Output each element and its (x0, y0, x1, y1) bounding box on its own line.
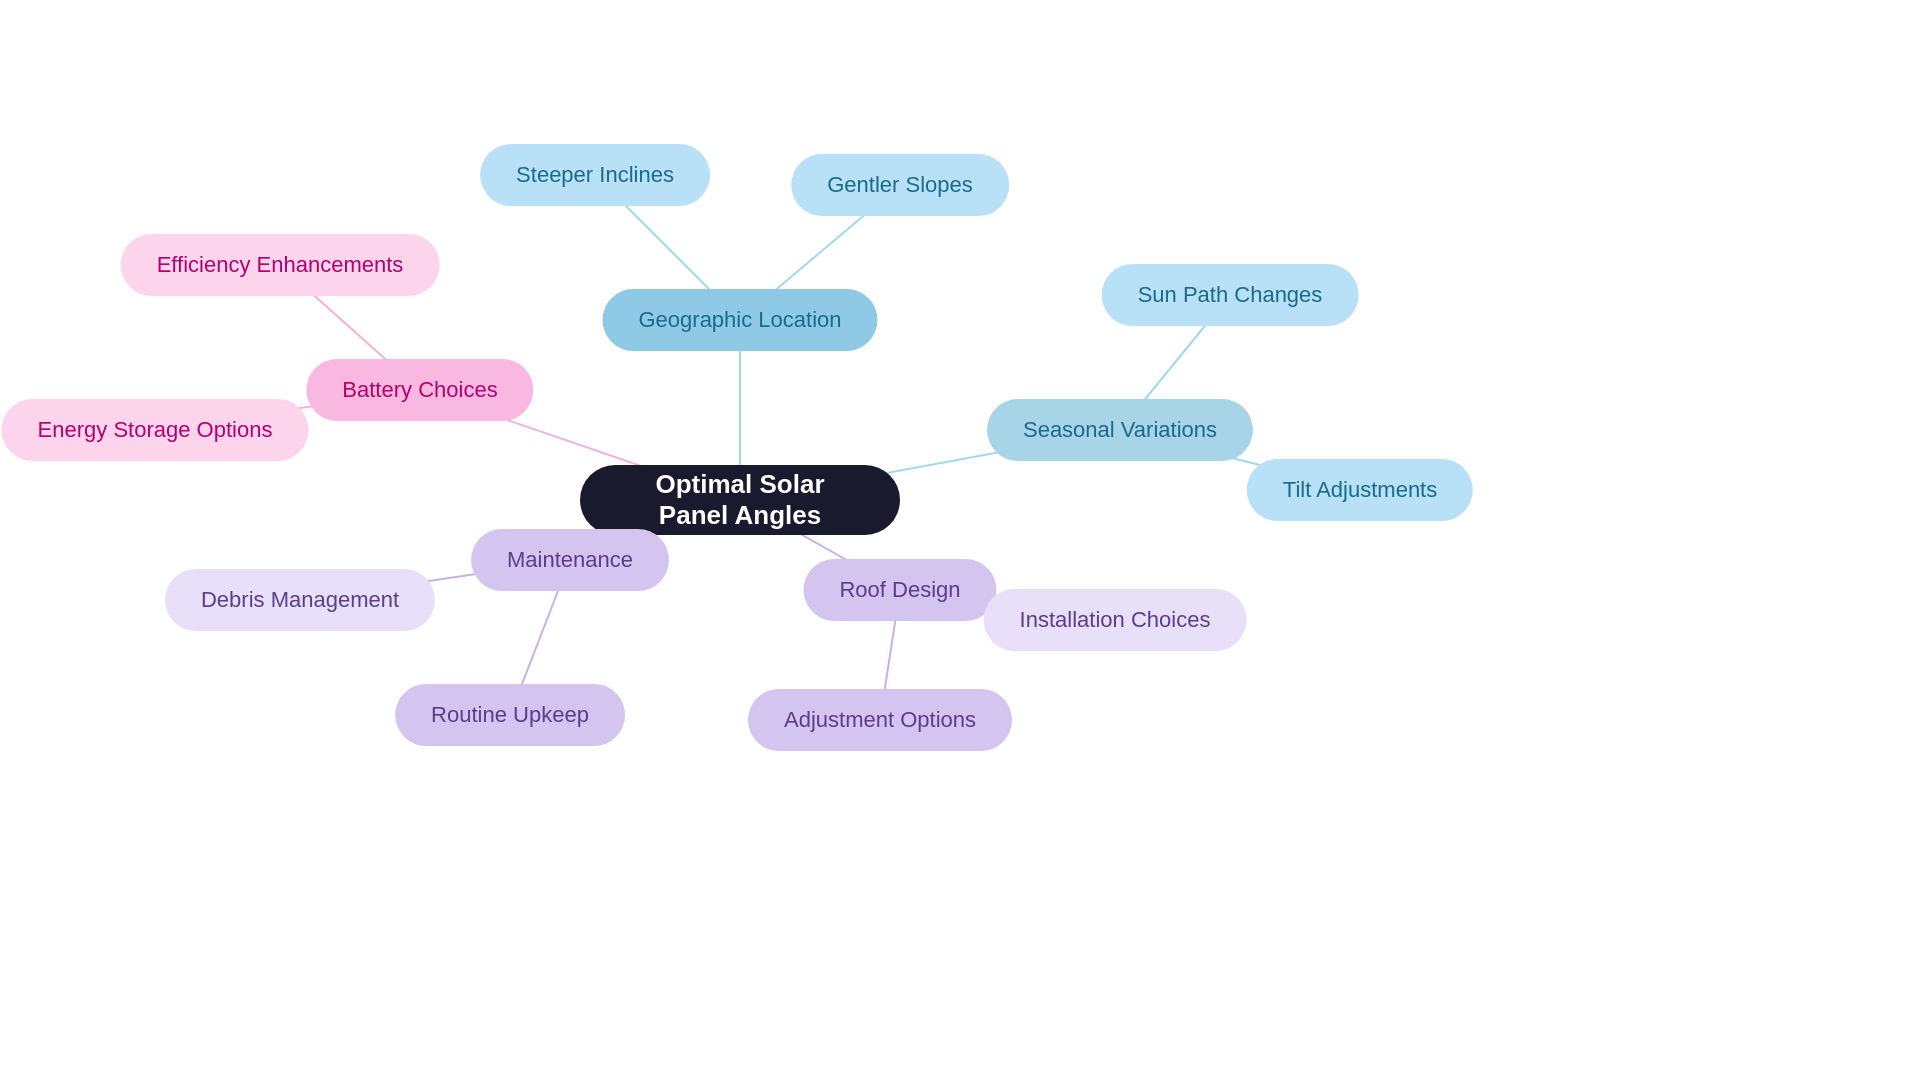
node-installation-choices[interactable]: Installation Choices (984, 589, 1247, 651)
mind-map-container: Optimal Solar Panel Angles Geographic Loc… (0, 0, 1920, 1083)
node-routine-upkeep[interactable]: Routine Upkeep (395, 684, 625, 746)
node-tilt-adjustments[interactable]: Tilt Adjustments (1247, 459, 1473, 521)
node-adjustment-options[interactable]: Adjustment Options (748, 689, 1012, 751)
node-debris-management[interactable]: Debris Management (165, 569, 435, 631)
node-battery-choices[interactable]: Battery Choices (306, 359, 533, 421)
node-energy-storage-options[interactable]: Energy Storage Options (2, 399, 309, 461)
node-gentler-slopes[interactable]: Gentler Slopes (791, 154, 1009, 216)
node-geographic-location[interactable]: Geographic Location (602, 289, 877, 351)
node-roof-design[interactable]: Roof Design (803, 559, 996, 621)
center-node[interactable]: Optimal Solar Panel Angles (580, 465, 900, 535)
node-efficiency-enhancements[interactable]: Efficiency Enhancements (121, 234, 440, 296)
node-seasonal-variations[interactable]: Seasonal Variations (987, 399, 1253, 461)
node-maintenance[interactable]: Maintenance (471, 529, 669, 591)
node-steeper-inclines[interactable]: Steeper Inclines (480, 144, 710, 206)
node-sun-path-changes[interactable]: Sun Path Changes (1102, 264, 1359, 326)
